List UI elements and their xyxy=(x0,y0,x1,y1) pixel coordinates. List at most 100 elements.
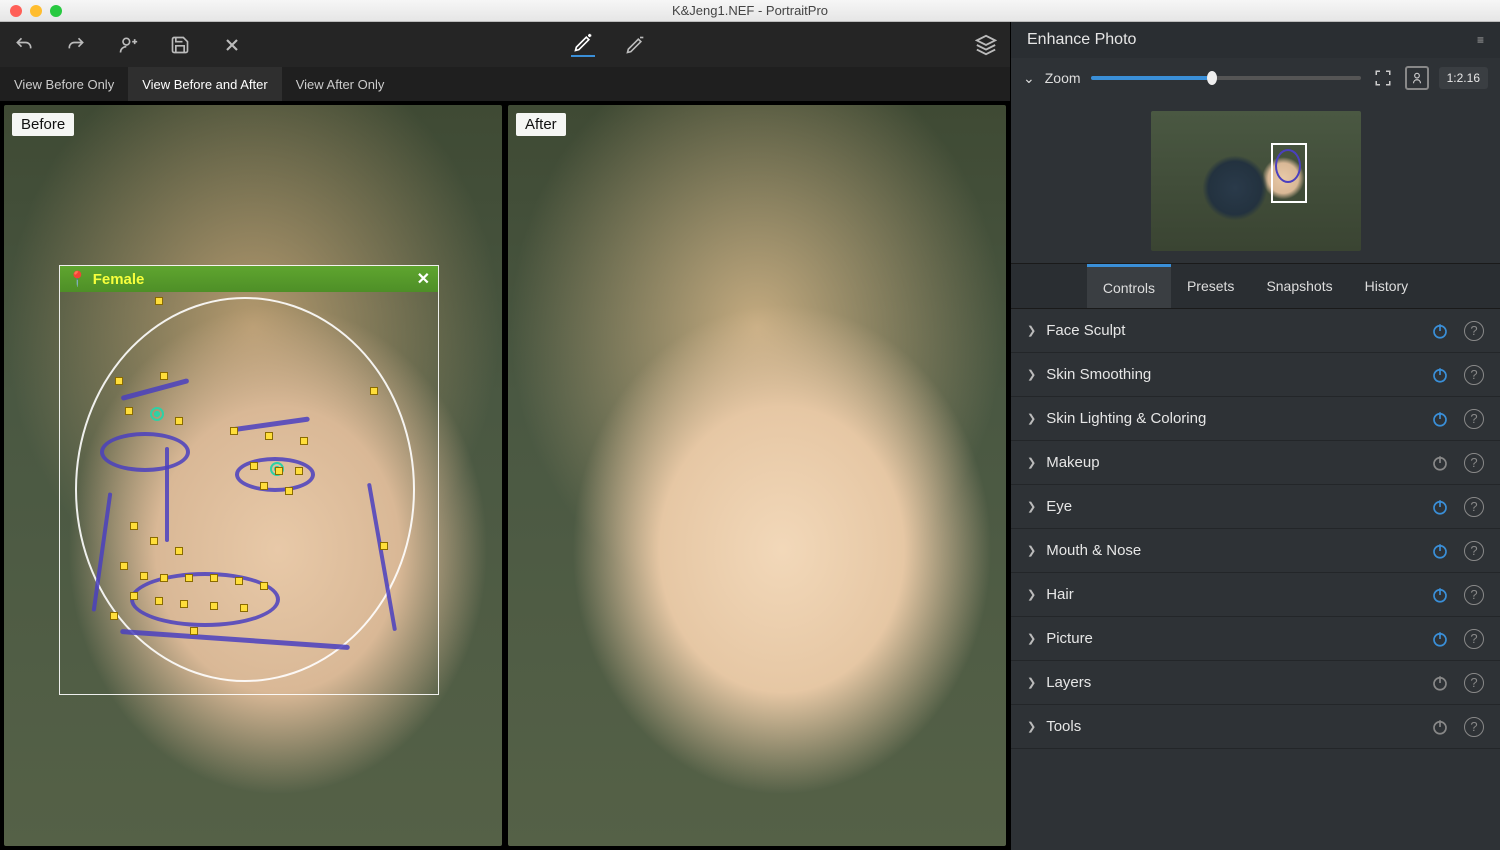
undo-icon[interactable] xyxy=(12,33,36,57)
layers-icon[interactable] xyxy=(974,33,998,57)
panel-menu-icon[interactable]: ≡ xyxy=(1477,33,1484,47)
control-point[interactable] xyxy=(275,467,283,475)
control-point[interactable] xyxy=(190,627,198,635)
control-point[interactable] xyxy=(130,592,138,600)
control-point[interactable] xyxy=(285,487,293,495)
section-help-icon[interactable]: ? xyxy=(1464,629,1484,649)
control-point[interactable] xyxy=(185,574,193,582)
control-point[interactable] xyxy=(115,377,123,385)
face-overlay-body[interactable] xyxy=(60,292,438,694)
control-point[interactable] xyxy=(120,562,128,570)
section-help-icon[interactable]: ? xyxy=(1464,409,1484,429)
zoom-ratio[interactable]: 1:2.16 xyxy=(1439,67,1488,89)
eye-marker[interactable] xyxy=(150,407,164,421)
before-pane[interactable]: Before 📍 Female ✕ xyxy=(4,105,502,846)
zoom-collapse-icon[interactable]: ⌄ xyxy=(1023,70,1035,87)
zoom-slider-thumb[interactable] xyxy=(1207,71,1217,85)
section-skin-lighting-coloring[interactable]: ❯Skin Lighting & Coloring? xyxy=(1011,397,1500,441)
brush-add-icon[interactable] xyxy=(571,33,595,57)
zoom-fit-icon[interactable] xyxy=(1371,66,1395,90)
face-mesh-line[interactable] xyxy=(130,572,280,627)
view-before-only-tab[interactable]: View Before Only xyxy=(0,67,128,101)
tab-snapshots[interactable]: Snapshots xyxy=(1250,264,1348,308)
control-point[interactable] xyxy=(110,612,118,620)
section-power-toggle[interactable] xyxy=(1430,673,1450,693)
section-picture[interactable]: ❯Picture? xyxy=(1011,617,1500,661)
control-point[interactable] xyxy=(300,437,308,445)
control-point[interactable] xyxy=(235,577,243,585)
section-hair[interactable]: ❯Hair? xyxy=(1011,573,1500,617)
brush-remove-icon[interactable] xyxy=(623,33,647,57)
face-mesh-line[interactable] xyxy=(100,432,190,472)
save-icon[interactable] xyxy=(168,33,192,57)
close-window-button[interactable] xyxy=(10,5,22,17)
close-icon[interactable] xyxy=(220,33,244,57)
section-power-toggle[interactable] xyxy=(1430,321,1450,341)
control-point[interactable] xyxy=(210,574,218,582)
control-point[interactable] xyxy=(210,602,218,610)
control-point[interactable] xyxy=(160,574,168,582)
section-power-toggle[interactable] xyxy=(1430,629,1450,649)
section-help-icon[interactable]: ? xyxy=(1464,321,1484,341)
section-power-toggle[interactable] xyxy=(1430,717,1450,737)
section-help-icon[interactable]: ? xyxy=(1464,453,1484,473)
section-eye[interactable]: ❯Eye? xyxy=(1011,485,1500,529)
section-skin-smoothing[interactable]: ❯Skin Smoothing? xyxy=(1011,353,1500,397)
tab-presets[interactable]: Presets xyxy=(1171,264,1250,308)
control-point[interactable] xyxy=(265,432,273,440)
control-point[interactable] xyxy=(160,372,168,380)
control-point[interactable] xyxy=(230,427,238,435)
control-point[interactable] xyxy=(295,467,303,475)
tab-history[interactable]: History xyxy=(1349,264,1425,308)
redo-icon[interactable] xyxy=(64,33,88,57)
control-point[interactable] xyxy=(240,604,248,612)
navigator-thumbnail[interactable] xyxy=(1151,111,1361,251)
control-point[interactable] xyxy=(155,597,163,605)
control-point[interactable] xyxy=(370,387,378,395)
control-point[interactable] xyxy=(175,547,183,555)
face-overlay-header[interactable]: 📍 Female ✕ xyxy=(60,266,438,292)
section-power-toggle[interactable] xyxy=(1430,497,1450,517)
control-point[interactable] xyxy=(260,482,268,490)
minimize-window-button[interactable] xyxy=(30,5,42,17)
section-help-icon[interactable]: ? xyxy=(1464,673,1484,693)
section-power-toggle[interactable] xyxy=(1430,365,1450,385)
section-label: Hair xyxy=(1046,586,1074,603)
face-overlay-close-icon[interactable]: ✕ xyxy=(417,269,430,289)
control-point[interactable] xyxy=(130,522,138,530)
tab-controls[interactable]: Controls xyxy=(1087,264,1171,308)
face-outline-box[interactable]: 📍 Female ✕ xyxy=(59,265,439,695)
control-point[interactable] xyxy=(380,542,388,550)
section-help-icon[interactable]: ? xyxy=(1464,717,1484,737)
zoom-slider[interactable] xyxy=(1091,76,1361,80)
section-help-icon[interactable]: ? xyxy=(1464,541,1484,561)
control-point[interactable] xyxy=(250,462,258,470)
fullscreen-window-button[interactable] xyxy=(50,5,62,17)
after-pane[interactable]: After xyxy=(508,105,1006,846)
control-point[interactable] xyxy=(180,600,188,608)
view-after-only-tab[interactable]: View After Only xyxy=(282,67,399,101)
section-power-toggle[interactable] xyxy=(1430,409,1450,429)
section-help-icon[interactable]: ? xyxy=(1464,585,1484,605)
control-point[interactable] xyxy=(150,537,158,545)
section-face-sculpt[interactable]: ❯Face Sculpt? xyxy=(1011,309,1500,353)
face-oval-outline[interactable] xyxy=(75,297,415,682)
section-tools[interactable]: ❯Tools? xyxy=(1011,705,1500,749)
face-mesh-line[interactable] xyxy=(165,447,169,542)
zoom-face-icon[interactable] xyxy=(1405,66,1429,90)
section-makeup[interactable]: ❯Makeup? xyxy=(1011,441,1500,485)
view-before-after-tab[interactable]: View Before and After xyxy=(128,67,282,101)
control-point[interactable] xyxy=(140,572,148,580)
add-person-icon[interactable] xyxy=(116,33,140,57)
control-point[interactable] xyxy=(155,297,163,305)
section-power-toggle[interactable] xyxy=(1430,585,1450,605)
control-point[interactable] xyxy=(125,407,133,415)
control-point[interactable] xyxy=(175,417,183,425)
section-help-icon[interactable]: ? xyxy=(1464,497,1484,517)
section-layers[interactable]: ❯Layers? xyxy=(1011,661,1500,705)
section-mouth-nose[interactable]: ❯Mouth & Nose? xyxy=(1011,529,1500,573)
section-power-toggle[interactable] xyxy=(1430,453,1450,473)
control-point[interactable] xyxy=(260,582,268,590)
section-power-toggle[interactable] xyxy=(1430,541,1450,561)
section-help-icon[interactable]: ? xyxy=(1464,365,1484,385)
